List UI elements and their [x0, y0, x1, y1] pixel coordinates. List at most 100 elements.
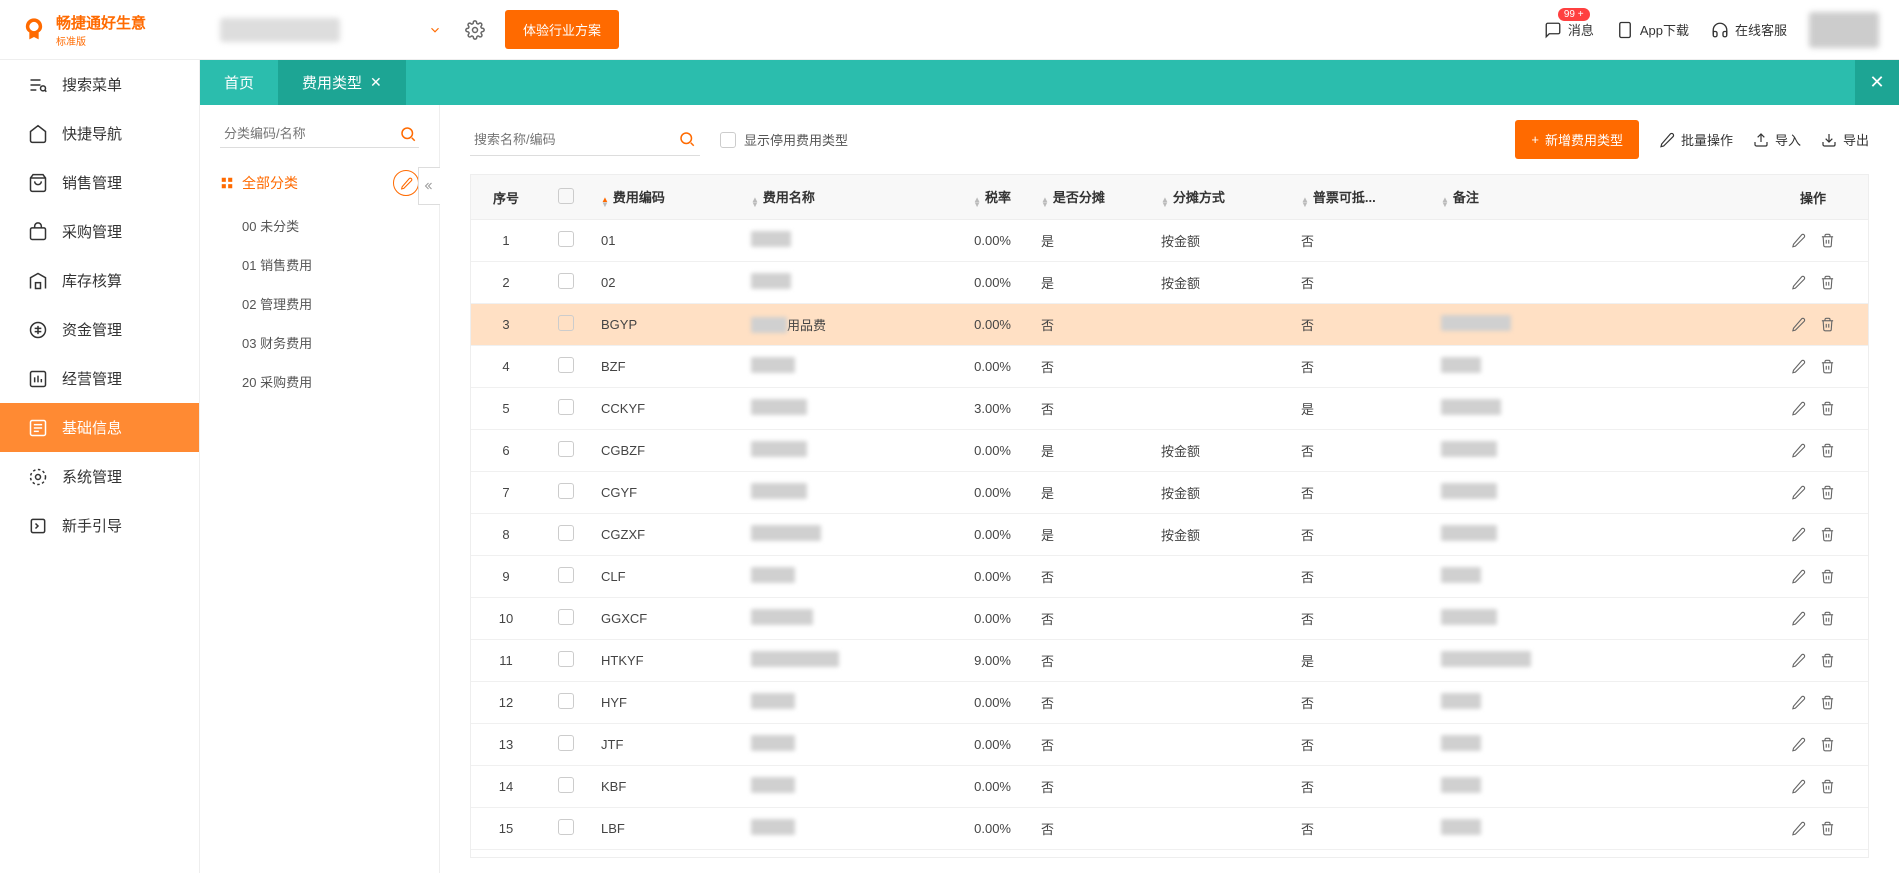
edit-row-button[interactable]: [1791, 359, 1806, 374]
delete-row-button[interactable]: [1820, 611, 1835, 626]
batch-action-link[interactable]: 批量操作: [1659, 130, 1733, 149]
table-row[interactable]: 11HTKYF9.00%否是: [471, 640, 1868, 682]
sidebar-item-guide[interactable]: 新手引导: [0, 501, 199, 550]
sidebar-item-business[interactable]: 经营管理: [0, 354, 199, 403]
sidebar-item-inventory[interactable]: 库存核算: [0, 256, 199, 305]
cell-checkbox[interactable]: [541, 514, 591, 556]
delete-row-button[interactable]: [1820, 527, 1835, 542]
delete-row-button[interactable]: [1820, 821, 1835, 836]
edit-row-button[interactable]: [1791, 653, 1806, 668]
edit-row-button[interactable]: [1791, 569, 1806, 584]
delete-row-button[interactable]: [1820, 359, 1835, 374]
th-checkbox[interactable]: [541, 175, 591, 220]
checkbox-icon[interactable]: [558, 651, 574, 667]
customer-service-link[interactable]: 在线客服: [1711, 20, 1787, 39]
category-search-input[interactable]: [220, 120, 419, 148]
sidebar-item-finance[interactable]: 资金管理: [0, 305, 199, 354]
table-row[interactable]: 1010.00%是按金额否: [471, 220, 1868, 262]
table-row[interactable]: 12HYF0.00%否否: [471, 682, 1868, 724]
checkbox-icon[interactable]: [558, 735, 574, 751]
chevron-down-icon[interactable]: [428, 23, 442, 37]
checkbox-icon[interactable]: [558, 525, 574, 541]
table-row[interactable]: 7CGYF0.00%是按金额否: [471, 472, 1868, 514]
cell-checkbox[interactable]: [541, 430, 591, 472]
category-item[interactable]: 03 财务费用: [200, 323, 439, 362]
cell-checkbox[interactable]: [541, 220, 591, 262]
sidebar-item-quick-nav[interactable]: 快捷导航: [0, 109, 199, 158]
edit-row-button[interactable]: [1791, 737, 1806, 752]
th-share-method[interactable]: ▲▼分摊方式: [1151, 175, 1291, 220]
category-item[interactable]: 02 管理费用: [200, 284, 439, 323]
edit-row-button[interactable]: [1791, 611, 1806, 626]
cell-checkbox[interactable]: [541, 262, 591, 304]
search-icon[interactable]: [399, 125, 417, 143]
checkbox-icon[interactable]: [558, 273, 574, 289]
table-row[interactable]: 5CCKYF3.00%否是: [471, 388, 1868, 430]
checkbox-icon[interactable]: [558, 819, 574, 835]
delete-row-button[interactable]: [1820, 485, 1835, 500]
delete-row-button[interactable]: [1820, 317, 1835, 332]
checkbox-icon[interactable]: [558, 567, 574, 583]
edit-row-button[interactable]: [1791, 485, 1806, 500]
delete-row-button[interactable]: [1820, 443, 1835, 458]
table-row[interactable]: 8CGZXF0.00%是按金额否: [471, 514, 1868, 556]
edit-row-button[interactable]: [1791, 779, 1806, 794]
cell-checkbox[interactable]: [541, 808, 591, 850]
add-expense-type-button[interactable]: + 新增费用类型: [1515, 120, 1639, 159]
delete-row-button[interactable]: [1820, 737, 1835, 752]
table-row[interactable]: 15LBF0.00%否否: [471, 808, 1868, 850]
table-search-input[interactable]: [470, 124, 700, 156]
edit-row-button[interactable]: [1791, 821, 1806, 836]
edit-row-button[interactable]: [1791, 527, 1806, 542]
category-edit-button[interactable]: [393, 170, 419, 196]
import-link[interactable]: 导入: [1753, 130, 1801, 149]
table-row[interactable]: 3BGYP用品费0.00%否否: [471, 304, 1868, 346]
edit-row-button[interactable]: [1791, 695, 1806, 710]
cell-checkbox[interactable]: [541, 766, 591, 808]
checkbox-icon[interactable]: [720, 132, 736, 148]
cell-checkbox[interactable]: [541, 682, 591, 724]
table-row[interactable]: 2020.00%是按金额否: [471, 262, 1868, 304]
promo-button[interactable]: 体验行业方案: [505, 10, 619, 49]
cell-checkbox[interactable]: [541, 304, 591, 346]
edit-row-button[interactable]: [1791, 401, 1806, 416]
checkbox-icon[interactable]: [558, 777, 574, 793]
sidebar-item-system[interactable]: 系统管理: [0, 452, 199, 501]
cell-checkbox[interactable]: [541, 598, 591, 640]
delete-row-button[interactable]: [1820, 569, 1835, 584]
checkbox-icon[interactable]: [558, 693, 574, 709]
cell-checkbox[interactable]: [541, 640, 591, 682]
checkbox-icon[interactable]: [558, 231, 574, 247]
edit-row-button[interactable]: [1791, 233, 1806, 248]
company-selector[interactable]: [220, 18, 485, 42]
export-link[interactable]: 导出: [1821, 130, 1869, 149]
th-code[interactable]: ▲▼费用编码: [591, 175, 741, 220]
tab-expense-type[interactable]: 费用类型 ✕: [278, 60, 406, 105]
cell-checkbox[interactable]: [541, 346, 591, 388]
cell-checkbox[interactable]: [541, 388, 591, 430]
table-row[interactable]: 6CGBZF0.00%是按金额否: [471, 430, 1868, 472]
category-item[interactable]: 01 销售费用: [200, 245, 439, 284]
delete-row-button[interactable]: [1820, 275, 1835, 290]
messages-link[interactable]: 消息 99 +: [1544, 20, 1594, 39]
th-name[interactable]: ▲▼费用名称: [741, 175, 931, 220]
close-all-tabs[interactable]: ✕: [1855, 60, 1899, 105]
th-deductible[interactable]: ▲▼普票可抵...: [1291, 175, 1431, 220]
checkbox-icon[interactable]: [558, 188, 574, 204]
search-icon[interactable]: [678, 130, 696, 148]
gear-icon[interactable]: [465, 20, 485, 40]
tab-home[interactable]: 首页: [200, 60, 278, 105]
collapse-category-button[interactable]: [418, 167, 440, 205]
edit-row-button[interactable]: [1791, 275, 1806, 290]
category-item[interactable]: 00 未分类: [200, 206, 439, 245]
avatar[interactable]: [1809, 12, 1879, 48]
delete-row-button[interactable]: [1820, 233, 1835, 248]
sidebar-item-purchase[interactable]: 采购管理: [0, 207, 199, 256]
th-is-share[interactable]: ▲▼是否分摊: [1031, 175, 1151, 220]
table-row[interactable]: 10GGXCF0.00%否否: [471, 598, 1868, 640]
show-disabled-checkbox[interactable]: 显示停用费用类型: [720, 130, 848, 149]
edit-row-button[interactable]: [1791, 317, 1806, 332]
delete-row-button[interactable]: [1820, 653, 1835, 668]
th-tax[interactable]: ▲▼税率: [931, 175, 1031, 220]
table-row[interactable]: 9CLF0.00%否否: [471, 556, 1868, 598]
